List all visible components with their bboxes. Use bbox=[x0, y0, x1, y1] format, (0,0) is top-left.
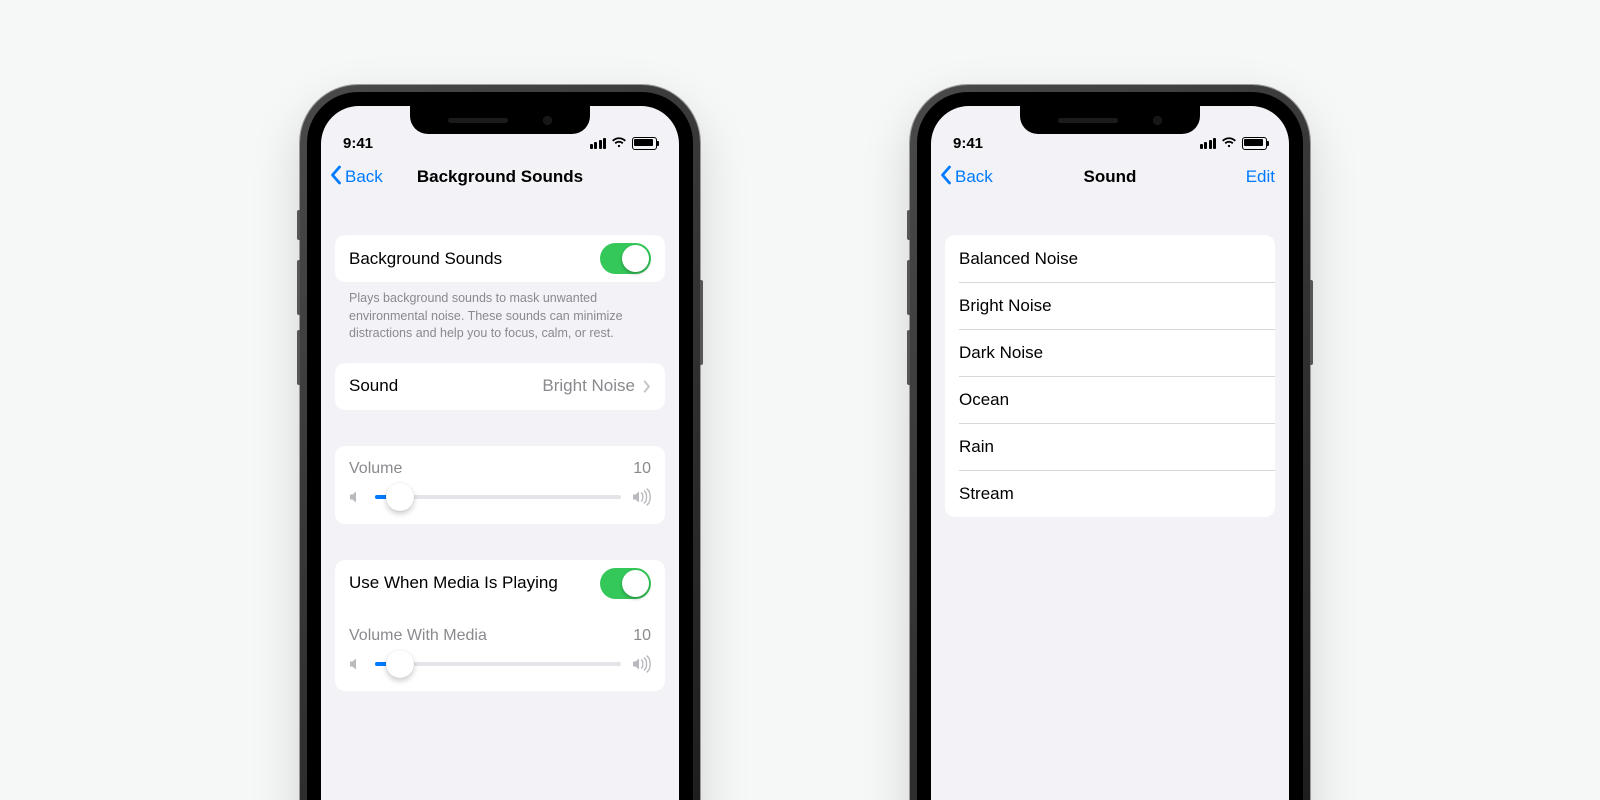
status-time: 9:41 bbox=[343, 135, 373, 152]
media-card: Use When Media Is Playing Volume With Me… bbox=[335, 560, 665, 691]
speaker-loud-icon bbox=[631, 655, 653, 673]
cellular-bars-icon bbox=[1200, 138, 1217, 149]
phone-right: 9:41 Back Sound Edit bbox=[910, 85, 1310, 800]
speaker-quiet-icon bbox=[347, 488, 365, 506]
sound-option-label: Stream bbox=[959, 484, 1014, 504]
sound-option[interactable]: Bright Noise bbox=[945, 282, 1275, 329]
chevron-left-icon bbox=[939, 165, 952, 190]
edit-button[interactable]: Edit bbox=[1246, 167, 1275, 187]
volume-slider-thumb[interactable] bbox=[386, 483, 414, 511]
sound-option-label: Bright Noise bbox=[959, 296, 1052, 316]
volume-label: Volume bbox=[349, 460, 402, 478]
use-when-media-toggle[interactable] bbox=[600, 568, 651, 599]
volume-value: 10 bbox=[633, 460, 651, 478]
battery-icon bbox=[632, 137, 657, 150]
back-label: Back bbox=[345, 167, 383, 187]
sound-option[interactable]: Stream bbox=[945, 470, 1275, 517]
sound-option[interactable]: Ocean bbox=[945, 376, 1275, 423]
back-button[interactable]: Back bbox=[329, 165, 383, 190]
use-when-media-label: Use When Media Is Playing bbox=[349, 573, 558, 593]
back-label: Back bbox=[955, 167, 993, 187]
sound-option[interactable]: Dark Noise bbox=[945, 329, 1275, 376]
use-when-media-row: Use When Media Is Playing bbox=[335, 560, 665, 607]
volume-media-slider-thumb[interactable] bbox=[386, 650, 414, 678]
wifi-icon bbox=[1221, 135, 1237, 152]
page-title: Background Sounds bbox=[417, 167, 583, 187]
sound-card: Sound Bright Noise bbox=[335, 363, 665, 410]
volume-with-media-label: Volume With Media bbox=[349, 627, 487, 645]
sound-option[interactable]: Rain bbox=[945, 423, 1275, 470]
background-sounds-toggle[interactable] bbox=[600, 243, 651, 274]
background-sounds-row: Background Sounds bbox=[335, 235, 665, 282]
sound-option-label: Balanced Noise bbox=[959, 249, 1078, 269]
sound-option-label: Ocean bbox=[959, 390, 1009, 410]
background-sounds-card: Background Sounds bbox=[335, 235, 665, 282]
volume-with-media-value: 10 bbox=[633, 627, 651, 645]
speaker-loud-icon bbox=[631, 488, 653, 506]
device-notch bbox=[410, 106, 590, 134]
sound-options-list: Balanced Noise Bright Noise Dark Noise Ocea… bbox=[945, 235, 1275, 517]
sound-value: Bright Noise bbox=[542, 376, 635, 396]
speaker-quiet-icon bbox=[347, 655, 365, 673]
chevron-right-icon bbox=[643, 380, 651, 393]
sound-option-label: Dark Noise bbox=[959, 343, 1043, 363]
screen-left: 9:41 Back Background Sounds bbox=[321, 106, 679, 800]
wifi-icon bbox=[611, 135, 627, 152]
volume-media-slider[interactable] bbox=[375, 662, 621, 666]
sound-label: Sound bbox=[349, 376, 398, 396]
volume-card: Volume 10 bbox=[335, 446, 665, 524]
status-time: 9:41 bbox=[953, 135, 983, 152]
battery-icon bbox=[1242, 137, 1267, 150]
phone-left: 9:41 Back Background Sounds bbox=[300, 85, 700, 800]
screen-right: 9:41 Back Sound Edit bbox=[931, 106, 1289, 800]
volume-slider[interactable] bbox=[375, 495, 621, 499]
page-title: Sound bbox=[1084, 167, 1137, 187]
cellular-bars-icon bbox=[590, 138, 607, 149]
nav-bar: Back Background Sounds bbox=[321, 156, 679, 199]
background-sounds-label: Background Sounds bbox=[349, 249, 502, 269]
sound-option-label: Rain bbox=[959, 437, 994, 457]
background-sounds-footer: Plays background sounds to mask unwanted… bbox=[335, 282, 665, 343]
nav-bar: Back Sound Edit bbox=[931, 156, 1289, 199]
back-button[interactable]: Back bbox=[939, 165, 993, 190]
sound-row[interactable]: Sound Bright Noise bbox=[335, 363, 665, 410]
sound-option[interactable]: Balanced Noise bbox=[945, 235, 1275, 282]
device-notch bbox=[1020, 106, 1200, 134]
chevron-left-icon bbox=[329, 165, 342, 190]
